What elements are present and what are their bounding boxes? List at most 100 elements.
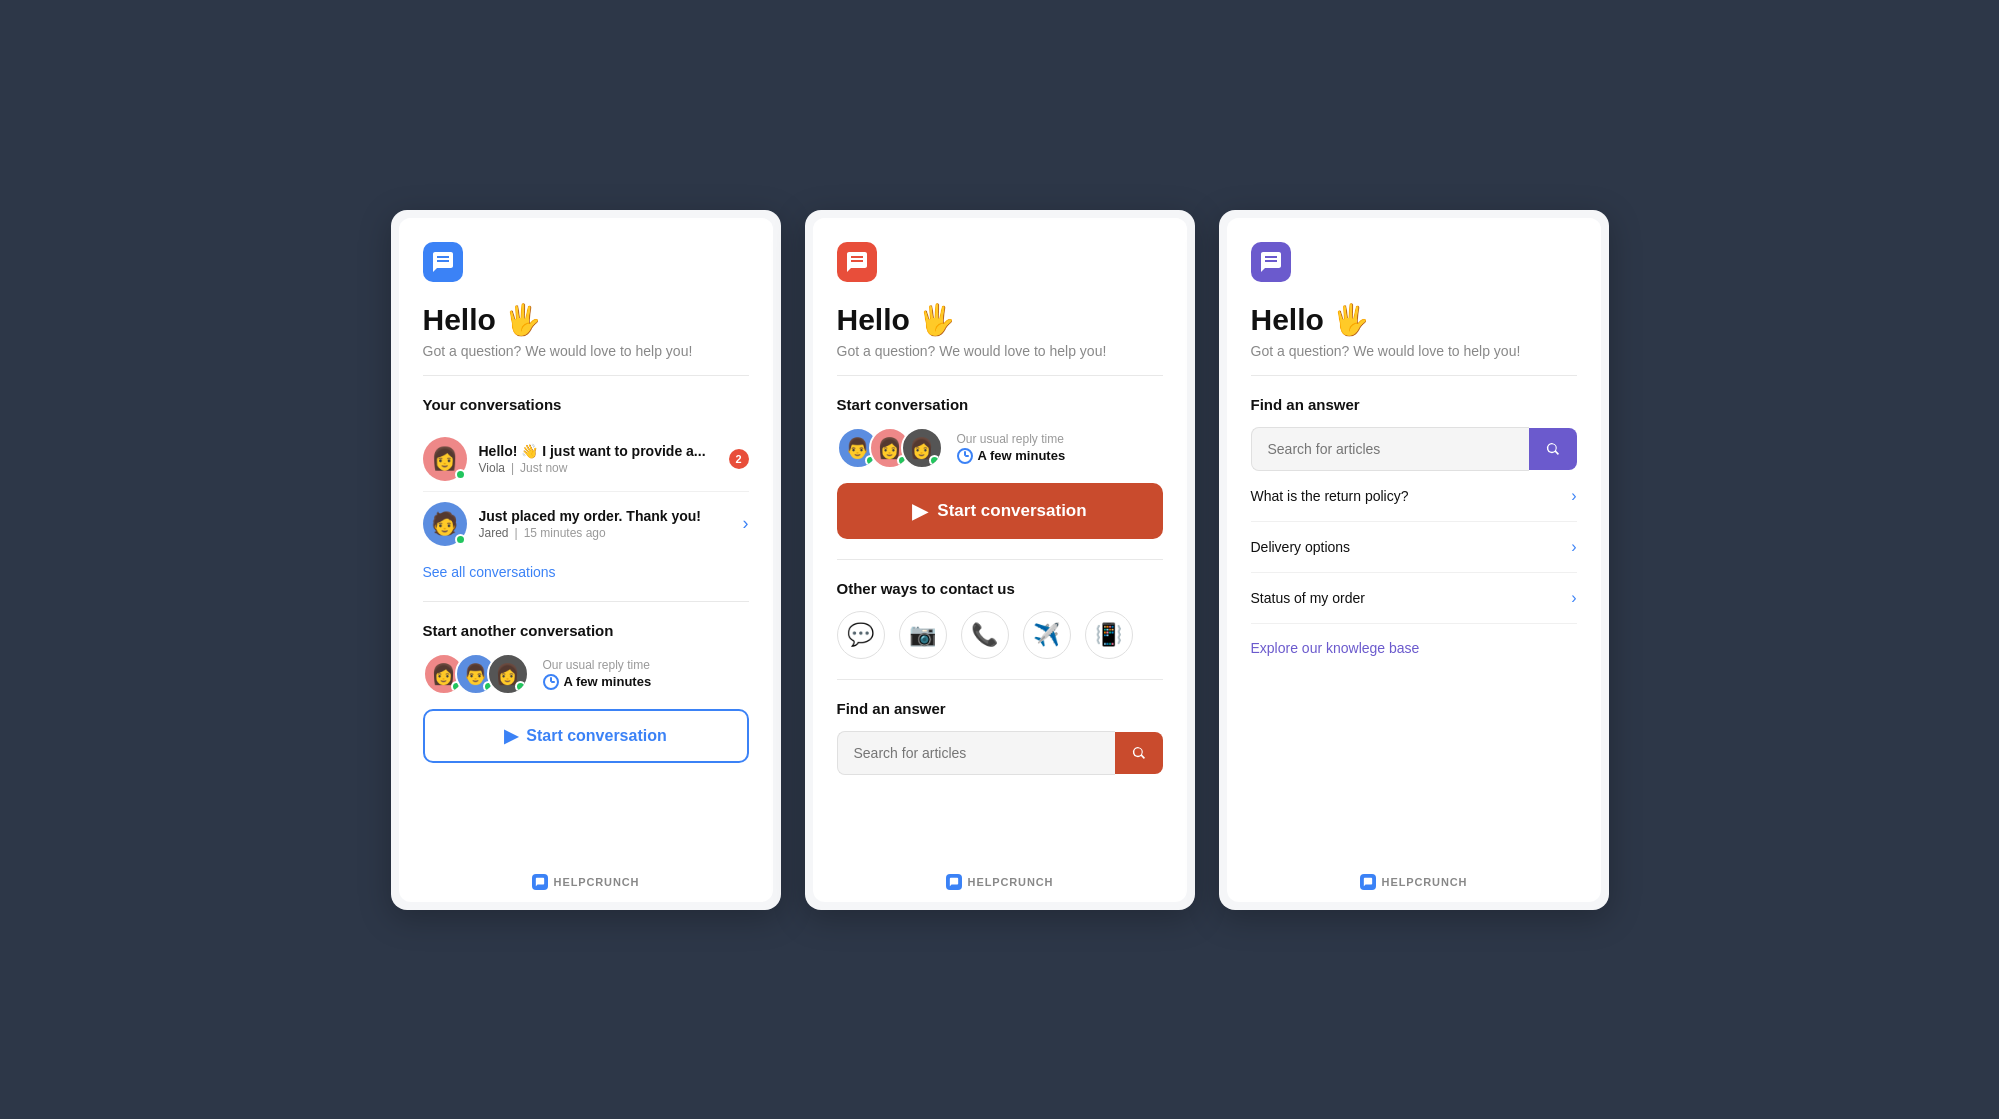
- conversation-item-viola[interactable]: 👩 Hello! 👋 I just want to provide a... V…: [423, 427, 749, 492]
- card3-search-input[interactable]: [1251, 427, 1529, 471]
- card3-spacer: [1227, 677, 1601, 862]
- card1-reply-time: Our usual reply time A few minutes: [543, 658, 652, 690]
- agent-dot-3: [515, 681, 526, 692]
- card1-reply-label: Our usual reply time: [543, 658, 652, 672]
- conv-sep-viola: |: [511, 461, 514, 475]
- avatar-jared: 🧑: [423, 502, 467, 546]
- card2-reply-label: Our usual reply time: [957, 432, 1066, 446]
- card2-start-btn[interactable]: ▶ Start conversation: [837, 483, 1163, 539]
- card-2: Hello 🖐 Got a question? We would love to…: [805, 210, 1195, 910]
- social-icon-telegram[interactable]: ✈️: [1023, 611, 1071, 659]
- article-item-order-status[interactable]: Status of my order ›: [1251, 573, 1577, 624]
- card1-footer-brand: HELPCRUNCH: [554, 876, 640, 888]
- card2-footer-brand: HELPCRUNCH: [968, 876, 1054, 888]
- clock-icon-2: [957, 448, 973, 464]
- cards-container: Hello 🖐 Got a question? We would love to…: [300, 210, 1700, 910]
- card1-conversations-section: Your conversations 👩 Hello! 👋 I just wan…: [399, 376, 773, 601]
- card3-find-answer-section: Find an answer What is the return policy…: [1227, 376, 1601, 677]
- conversation-item-jared[interactable]: 🧑 Just placed my order. Thank you! Jared…: [423, 492, 749, 556]
- card1-reply-minutes: A few minutes: [564, 674, 652, 689]
- article-label-order-status: Status of my order: [1251, 590, 1365, 606]
- card1-reply-value: A few minutes: [543, 674, 652, 690]
- card1-spacer: [399, 783, 773, 862]
- card2-start-title: Start conversation: [837, 396, 1163, 413]
- article-label-return-policy: What is the return policy?: [1251, 488, 1409, 504]
- social-icon-viber[interactable]: 📳: [1085, 611, 1133, 659]
- card2-footer: HELPCRUNCH: [813, 862, 1187, 902]
- clock-icon-1: [543, 674, 559, 690]
- card3-search-row: [1251, 427, 1577, 471]
- social-icon-messenger[interactable]: 💬: [837, 611, 885, 659]
- article-chevron-return-policy: ›: [1571, 487, 1576, 505]
- conv-message-jared: Just placed my order. Thank you!: [479, 508, 735, 524]
- card2-social-icons: 💬 📷 📞 ✈️ 📳: [837, 611, 1163, 659]
- card2-agent-row: 👨 👩 👩: [837, 427, 1163, 469]
- conv-info-jared: Just placed my order. Thank you! Jared |…: [479, 508, 735, 540]
- card3-find-answer-title: Find an answer: [1251, 396, 1577, 413]
- card2-reply-value: A few minutes: [957, 448, 1066, 464]
- conv-time-jared: 15 minutes ago: [524, 526, 606, 540]
- card-3: Hello 🖐 Got a question? We would love to…: [1219, 210, 1609, 910]
- card2-reply-time: Our usual reply time A few minutes: [957, 432, 1066, 464]
- card3-footer-logo: [1360, 874, 1376, 890]
- conv-meta-viola: Viola | Just now: [479, 461, 721, 475]
- card2-search-row: [837, 731, 1163, 775]
- article-item-return-policy[interactable]: What is the return policy? ›: [1251, 471, 1577, 522]
- card1-start-btn[interactable]: ▶ Start conversation: [423, 709, 749, 763]
- card2-header: Hello 🖐 Got a question? We would love to…: [813, 218, 1187, 375]
- conv-name-viola: Viola: [479, 461, 505, 475]
- conv-name-jared: Jared: [479, 526, 509, 540]
- conv-badge-viola: 2: [729, 449, 749, 469]
- card1-footer: HELPCRUNCH: [399, 862, 773, 902]
- article-label-delivery: Delivery options: [1251, 539, 1351, 555]
- online-dot-jared: [455, 534, 466, 545]
- card1-footer-logo: [532, 874, 548, 890]
- card-1: Hello 🖐 Got a question? We would love to…: [391, 210, 781, 910]
- conv-info-viola: Hello! 👋 I just want to provide a... Vio…: [479, 443, 721, 475]
- card2-find-answer-title: Find an answer: [837, 700, 1163, 717]
- card2-scroll: Start conversation 👨 👩: [813, 375, 1187, 862]
- see-all-link[interactable]: See all conversations: [423, 556, 556, 580]
- conv-time-viola: Just now: [520, 461, 567, 475]
- card1-logo: [423, 242, 463, 282]
- social-icon-instagram[interactable]: 📷: [899, 611, 947, 659]
- social-icon-phone[interactable]: 📞: [961, 611, 1009, 659]
- conv-sep-jared: |: [515, 526, 518, 540]
- agent-avatar-3: 👩: [487, 653, 529, 695]
- card1-hello-title: Hello 🖐: [423, 302, 749, 337]
- explore-link[interactable]: Explore our knowlege base: [1251, 624, 1420, 656]
- card2-other-ways-section: Other ways to contact us 💬 📷 📞 ✈️ 📳: [813, 560, 1187, 679]
- conv-meta-jared: Jared | 15 minutes ago: [479, 526, 735, 540]
- conv-arrow-jared: ›: [743, 513, 749, 534]
- card2-search-btn[interactable]: [1115, 732, 1163, 774]
- card2-start-section: Start conversation 👨 👩: [813, 376, 1187, 559]
- card2-hello-title: Hello 🖐: [837, 302, 1163, 337]
- card2-search-input[interactable]: [837, 731, 1115, 775]
- article-chevron-order-status: ›: [1571, 589, 1576, 607]
- card2-agent-dot-3: [929, 455, 940, 466]
- card1-agent-avatars: 👩 👨 👩: [423, 653, 529, 695]
- card1-hello-subtitle: Got a question? We would love to help yo…: [423, 343, 749, 359]
- card2-reply-minutes: A few minutes: [978, 448, 1066, 463]
- article-item-delivery[interactable]: Delivery options ›: [1251, 522, 1577, 573]
- card1-header: Hello 🖐 Got a question? We would love to…: [399, 218, 773, 375]
- card2-other-ways-title: Other ways to contact us: [837, 580, 1163, 597]
- online-dot-viola: [455, 469, 466, 480]
- card1-agent-row: 👩 👨 👩 Our usual reply tim: [423, 653, 749, 695]
- card2-logo: [837, 242, 877, 282]
- card2-footer-logo: [946, 874, 962, 890]
- card3-search-btn[interactable]: [1529, 428, 1577, 470]
- card1-start-btn-arrow: ▶: [504, 725, 518, 747]
- card2-start-btn-arrow: ▶: [912, 499, 927, 523]
- card3-footer: HELPCRUNCH: [1227, 862, 1601, 902]
- card1-start-btn-label: Start conversation: [526, 727, 666, 745]
- card2-find-answer-section: Find an answer: [813, 680, 1187, 795]
- card3-logo: [1251, 242, 1291, 282]
- card3-header: Hello 🖐 Got a question? We would love to…: [1227, 218, 1601, 375]
- card3-hello-subtitle: Got a question? We would love to help yo…: [1251, 343, 1577, 359]
- card1-start-section: Start another conversation 👩 👨 👩: [399, 602, 773, 783]
- card1-conversations-title: Your conversations: [423, 396, 749, 413]
- avatar-viola: 👩: [423, 437, 467, 481]
- card2-hello-subtitle: Got a question? We would love to help yo…: [837, 343, 1163, 359]
- conv-message-viola: Hello! 👋 I just want to provide a...: [479, 443, 721, 459]
